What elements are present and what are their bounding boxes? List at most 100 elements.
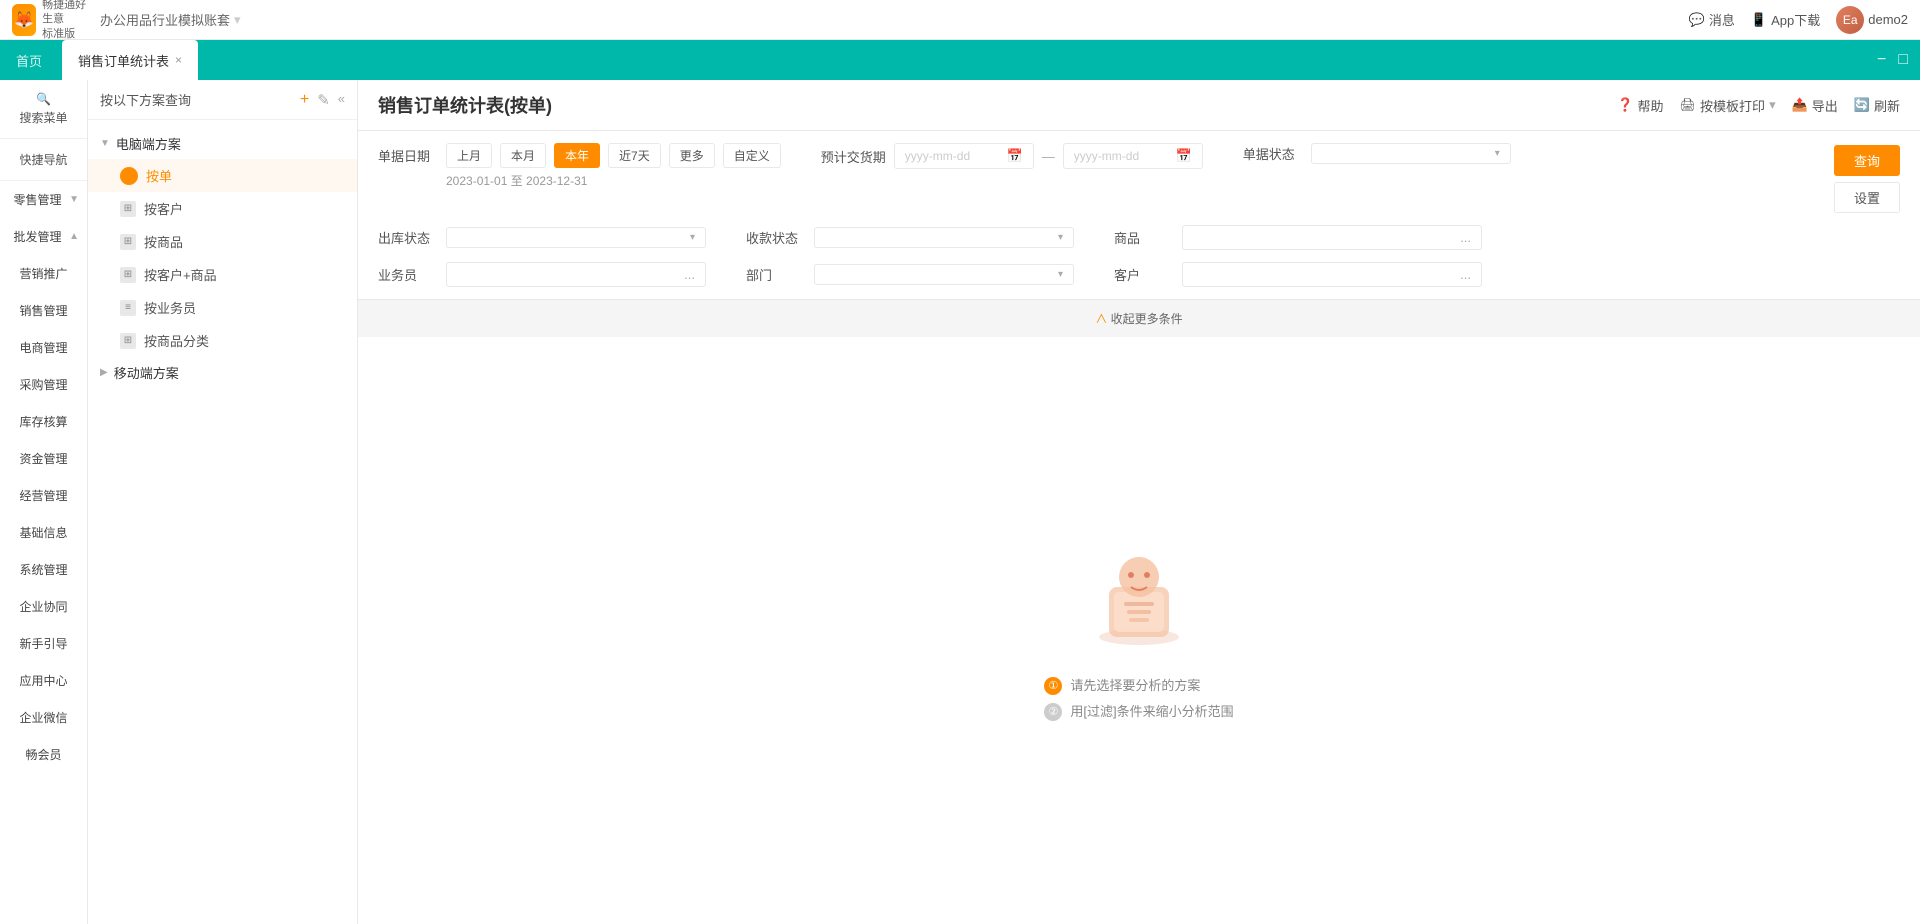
sidebar-item-basics[interactable]: 基础信息 <box>0 514 87 551</box>
date-btn-more[interactable]: 更多 <box>669 143 715 168</box>
date-btn-thismonth[interactable]: 本月 <box>500 143 546 168</box>
query-button[interactable]: 查询 <box>1834 145 1900 176</box>
tip-num-1: ① <box>1044 677 1062 695</box>
sidebar-item-collab[interactable]: 企业协同 <box>0 588 87 625</box>
sidebar-item-wechat[interactable]: 企业微信 <box>0 699 87 736</box>
department-label: 部门 <box>746 265 806 284</box>
minimize-icon[interactable]: − <box>1877 51 1886 69</box>
sidebar-item-marketing[interactable]: 营销推广 <box>0 255 87 292</box>
tab-bar-actions: − □ <box>1865 51 1920 69</box>
logo-icon: 🦊 <box>12 4 36 36</box>
expected-date-end-input[interactable]: yyyy-mm-dd 📅 <box>1063 143 1203 169</box>
help-button[interactable]: ❓ 帮助 <box>1617 96 1663 115</box>
scheme-order-icon <box>120 167 138 185</box>
delivery-select[interactable]: ▾ <box>446 227 706 248</box>
sidebar-item-ecommerce[interactable]: 电商管理 <box>0 329 87 366</box>
sidebar: 🔍 搜索菜单 快捷导航 零售管理 ▼ 批发管理 ▲ 营销推广 销售管理 电商管理… <box>0 80 88 924</box>
chevron-down-icon: ▾ <box>690 232 695 243</box>
message-button[interactable]: 💬 消息 <box>1689 10 1735 29</box>
breadcrumb[interactable]: 办公用品行业模拟账套 ▾ <box>100 10 1681 29</box>
add-scheme-icon[interactable]: + <box>300 91 309 109</box>
tab-active[interactable]: 销售订单统计表 × <box>62 40 198 80</box>
sidebar-item-finance[interactable]: 资金管理 <box>0 440 87 477</box>
top-bar: 🦊 畅捷通好生意 标准版 办公用品行业模拟账套 ▾ 💬 消息 📱 App下载 E… <box>0 0 1920 40</box>
chevron-up-icon: ▲ <box>69 231 79 242</box>
refresh-button[interactable]: 🔄 刷新 <box>1854 96 1900 115</box>
scheme-item-customer-goods[interactable]: ⊞ 按客户+商品 <box>88 258 357 291</box>
sidebar-quicknav[interactable]: 快捷导航 <box>0 139 87 181</box>
page-title: 销售订单统计表(按单) <box>378 92 552 118</box>
sidebar-item-purchase[interactable]: 采购管理 <box>0 366 87 403</box>
chevron-down-icon: ▾ <box>1495 148 1500 159</box>
tip-item-2: ② 用[过滤]条件来缩小分析范围 <box>1044 699 1233 725</box>
settings-button[interactable]: 设置 <box>1834 182 1900 213</box>
expected-date-label: 预计交货期 <box>821 147 886 166</box>
payment-label: 收款状态 <box>746 228 806 247</box>
goods-dots-icon[interactable]: ... <box>1460 230 1471 245</box>
date-range-display: 2023-01-01 至 2023-12-31 <box>446 174 587 188</box>
goods-input[interactable]: ... <box>1182 225 1482 250</box>
help-icon: ❓ <box>1617 97 1633 113</box>
chevron-right-icon: ▶ <box>100 367 108 378</box>
status-select[interactable]: ▾ <box>1311 143 1511 164</box>
sidebar-item-inventory[interactable]: 库存核算 <box>0 403 87 440</box>
download-icon: 📱 <box>1751 12 1767 28</box>
page-actions: ❓ 帮助 🖨 按模板打印 ▾ 📤 导出 🔄 <box>1617 96 1900 115</box>
department-select[interactable]: ▾ <box>814 264 1074 285</box>
chevron-down-icon: ▾ <box>234 12 241 28</box>
collapse-scheme-icon[interactable]: « <box>338 91 345 109</box>
chevron-down-icon: ▼ <box>69 194 79 205</box>
scheme-tree: ▼ 电脑端方案 按单 ⊞ 按客户 ⊞ 按商品 ⊞ <box>88 120 357 924</box>
export-icon: 📤 <box>1792 97 1808 113</box>
scheme-item-customer[interactable]: ⊞ 按客户 <box>88 192 357 225</box>
logo-text: 畅捷通好生意 标准版 <box>42 0 92 41</box>
calendar-icon: 📅 <box>1176 148 1192 164</box>
user-menu[interactable]: Ea demo2 <box>1836 6 1908 34</box>
sidebar-item-retail[interactable]: 零售管理 ▼ <box>0 181 87 218</box>
search-icon: 🔍 <box>36 92 51 106</box>
maximize-icon[interactable]: □ <box>1898 51 1908 69</box>
payment-select[interactable]: ▾ <box>814 227 1074 248</box>
sidebar-item-operations[interactable]: 经营管理 <box>0 477 87 514</box>
tab-bar: 首页 销售订单统计表 × − □ <box>0 40 1920 80</box>
export-button[interactable]: 📤 导出 <box>1792 96 1838 115</box>
salesperson-input[interactable]: ... <box>446 262 706 287</box>
scheme-item-category[interactable]: ⊞ 按商品分类 <box>88 324 357 357</box>
sidebar-item-sales[interactable]: 销售管理 <box>0 292 87 329</box>
tab-close-icon[interactable]: × <box>175 53 182 67</box>
date-btn-7days[interactable]: 近7天 <box>608 143 661 168</box>
expected-date-start-input[interactable]: yyyy-mm-dd 📅 <box>894 143 1034 169</box>
salesperson-dots-icon[interactable]: ... <box>684 267 695 282</box>
tip-item-1: ① 请先选择要分析的方案 <box>1044 673 1233 699</box>
mobile-scheme-group[interactable]: ▶ 移动端方案 <box>88 357 357 388</box>
sidebar-item-wholesale[interactable]: 批发管理 ▲ <box>0 218 87 255</box>
customer-input[interactable]: ... <box>1182 262 1482 287</box>
sidebar-item-appcenter[interactable]: 应用中心 <box>0 662 87 699</box>
date-filter-group: 上月 本月 本年 近7天 更多 自定义 <box>446 143 781 168</box>
chevron-down-icon: ▾ <box>1769 97 1776 113</box>
scheme-panel-header: 按以下方案查询 + ✎ « <box>88 80 357 120</box>
content-area: 按以下方案查询 + ✎ « ▼ 电脑端方案 按单 <box>88 80 1920 924</box>
collapse-bar[interactable]: ∧ 收起更多条件 <box>358 299 1920 337</box>
date-btn-custom[interactable]: 自定义 <box>723 143 781 168</box>
sidebar-item-system[interactable]: 系统管理 <box>0 551 87 588</box>
scheme-item-order[interactable]: 按单 <box>88 159 357 192</box>
sidebar-search[interactable]: 🔍 搜索菜单 <box>0 80 87 139</box>
scheme-item-salesperson[interactable]: ≡ 按业务员 <box>88 291 357 324</box>
date-filter-label: 单据日期 <box>378 146 438 165</box>
salesperson-label: 业务员 <box>378 265 438 284</box>
edit-scheme-icon[interactable]: ✎ <box>317 91 330 109</box>
customer-dots-icon[interactable]: ... <box>1460 267 1471 282</box>
empty-tips: ① 请先选择要分析的方案 ② 用[过滤]条件来缩小分析范围 <box>1044 673 1233 725</box>
date-btn-thisyear[interactable]: 本年 <box>554 143 600 168</box>
sidebar-item-member[interactable]: 畅会员 <box>0 736 87 773</box>
scheme-panel: 按以下方案查询 + ✎ « ▼ 电脑端方案 按单 <box>88 80 358 924</box>
scheme-item-goods[interactable]: ⊞ 按商品 <box>88 225 357 258</box>
app-download-button[interactable]: 📱 App下载 <box>1751 10 1820 29</box>
sidebar-item-newuser[interactable]: 新手引导 <box>0 625 87 662</box>
date-btn-lastmonth[interactable]: 上月 <box>446 143 492 168</box>
tab-home[interactable]: 首页 <box>0 40 58 80</box>
pc-scheme-group[interactable]: ▼ 电脑端方案 <box>88 128 357 159</box>
print-button[interactable]: 🖨 按模板打印 ▾ <box>1680 96 1776 115</box>
avatar: Ea <box>1836 6 1864 34</box>
